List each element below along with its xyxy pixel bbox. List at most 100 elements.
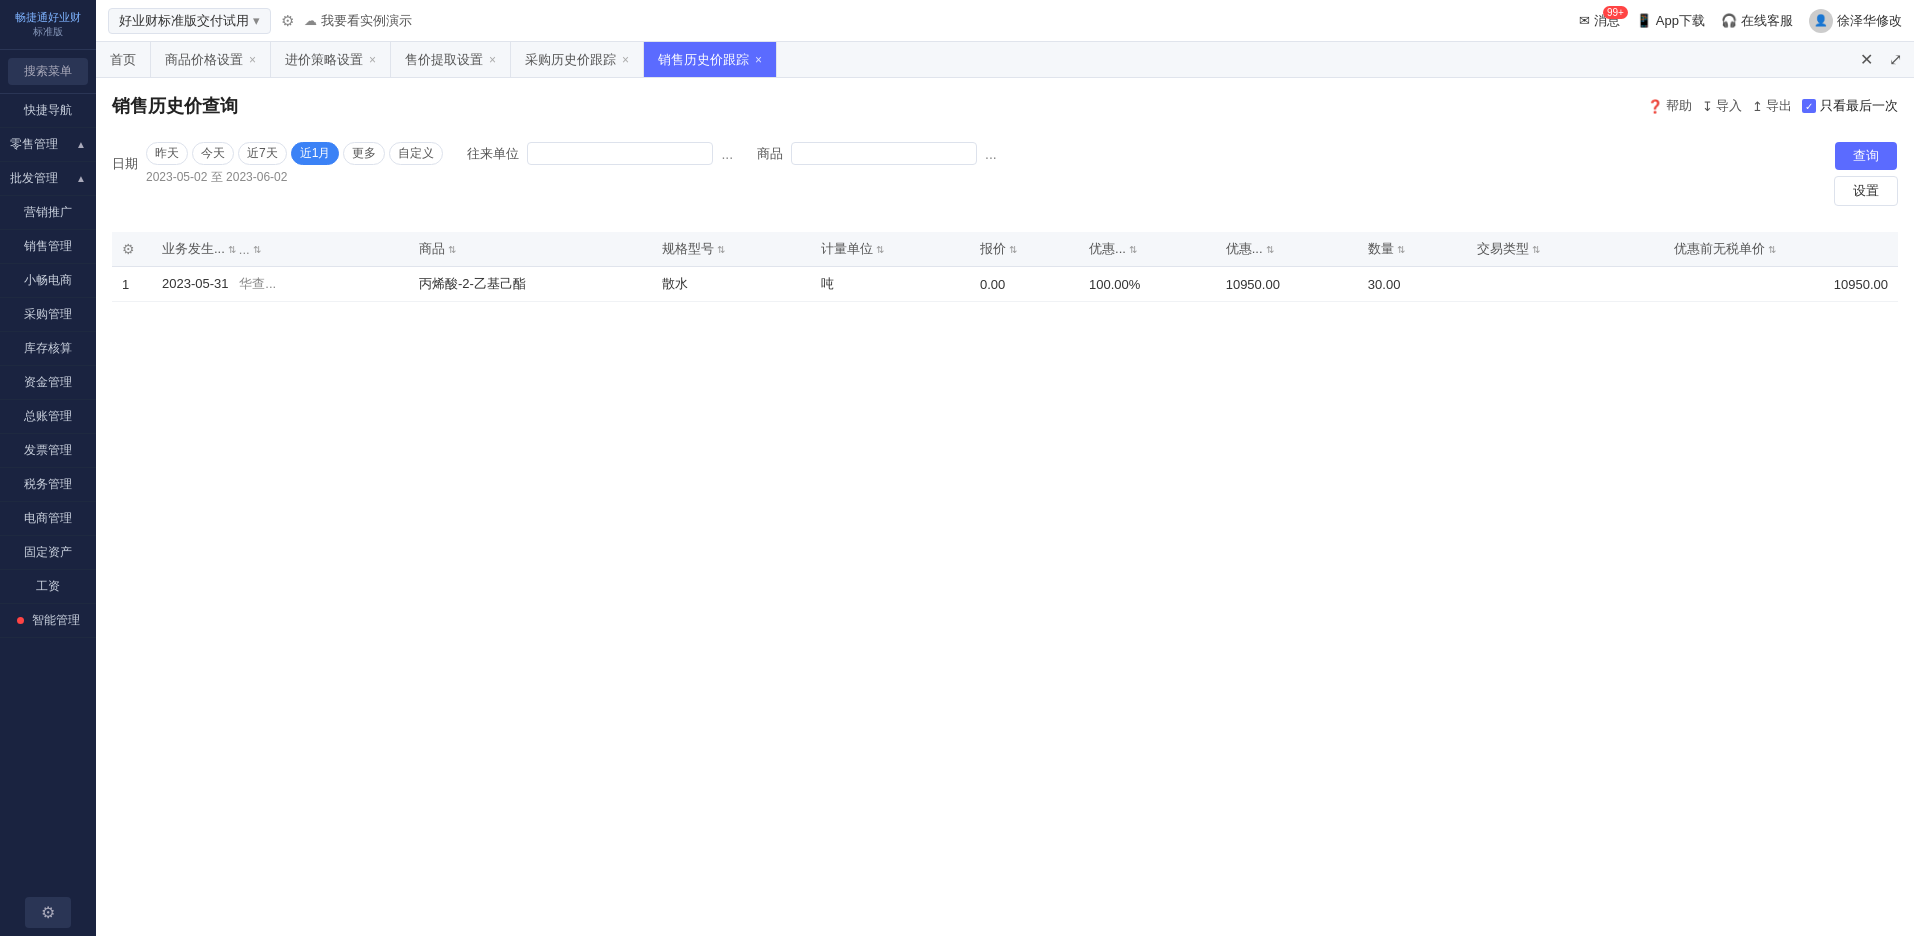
online-service-button[interactable]: 🎧 在线客服 (1721, 12, 1793, 30)
th-unit: 计量单位 ⇅ (811, 232, 970, 267)
source-unit-input[interactable] (527, 142, 713, 165)
message-icon: ✉ (1579, 13, 1590, 28)
product-dots[interactable]: ... (985, 146, 997, 162)
product-filter: 商品 ... (757, 142, 997, 165)
sidebar-item-ledger[interactable]: 总账管理 (0, 400, 96, 434)
th-price: 报价 ⇅ (970, 232, 1079, 267)
sort-spec[interactable]: 规格型号 ⇅ (662, 240, 801, 258)
sidebar-item-inventory[interactable]: 库存核算 (0, 332, 96, 366)
sidebar-item-tax[interactable]: 税务管理 (0, 468, 96, 502)
cell-product: 丙烯酸-2-乙基己酯 (409, 267, 652, 302)
column-settings-icon[interactable]: ⚙ (122, 241, 135, 257)
date-custom-btn[interactable]: 自定义 (389, 142, 443, 165)
sidebar-item-invoice[interactable]: 发票管理 (0, 434, 96, 468)
sidebar-item-sales[interactable]: 销售管理 (0, 230, 96, 264)
sidebar-item-purchase[interactable]: 采购管理 (0, 298, 96, 332)
sort-pretax-price[interactable]: 优惠前无税单价 ⇅ (1674, 240, 1888, 258)
dropdown-arrow-icon: ▾ (253, 13, 260, 28)
sidebar-item-wholesale[interactable]: 批发管理 ▲ (0, 162, 96, 196)
tab-product-price[interactable]: 商品价格设置 × (151, 42, 271, 78)
page-area: 销售历史价查询 ❓ 帮助 ↧ 导入 ↥ 导出 ✓ 只看最后一次 (96, 78, 1914, 936)
sort-trade-type[interactable]: 交易类型 ⇅ (1477, 240, 1616, 258)
sidebar-item-marketing[interactable]: 营销推广 (0, 196, 96, 230)
sidebar: 畅捷通好业财 标准版 搜索菜单 快捷导航 零售管理 ▲ 批发管理 ▲ 营销推广 … (0, 0, 96, 936)
date-last1month-btn[interactable]: 近1月 (291, 142, 340, 165)
tab-close-purchase-history[interactable]: × (622, 53, 629, 67)
sort-qty[interactable]: 数量 ⇅ (1368, 240, 1457, 258)
topbar-gear-icon[interactable]: ⚙ (277, 8, 298, 34)
th-qty: 数量 ⇅ (1358, 232, 1467, 267)
date-today-btn[interactable]: 今天 (192, 142, 234, 165)
sort-discount2[interactable]: 优惠... ⇅ (1226, 240, 1348, 258)
search-menu-button[interactable]: 搜索菜单 (8, 58, 88, 85)
source-unit-dots[interactable]: ... (721, 146, 733, 162)
phone-icon: 📱 (1636, 13, 1652, 28)
user-menu[interactable]: 👤 徐泽华修改 (1809, 9, 1902, 33)
sort-icon-biz-date: ⇅ (228, 244, 236, 255)
tabbar: 首页 商品价格设置 × 进价策略设置 × 售价提取设置 × 采购历史价跟踪 × … (96, 42, 1914, 78)
sidebar-item-smart[interactable]: 智能管理 (0, 604, 96, 638)
sidebar-logo: 畅捷通好业财 标准版 (0, 0, 96, 50)
sort-discount1[interactable]: 优惠... ⇅ (1089, 240, 1206, 258)
sort-icon-trade-type: ⇅ (1532, 244, 1540, 255)
import-link[interactable]: ↧ 导入 (1702, 97, 1742, 115)
filter-bar: 日期 昨天 今天 近7天 近1月 更多 自定义 2023-05-02 至 202… (112, 132, 1898, 216)
settings-button[interactable]: 设置 (1834, 176, 1898, 206)
app-download-button[interactable]: 📱 App下载 (1636, 12, 1705, 30)
export-icon: ↥ (1752, 99, 1763, 114)
help-link[interactable]: ❓ 帮助 (1647, 97, 1692, 115)
sidebar-item-ecommerce[interactable]: 电商管理 (0, 502, 96, 536)
cell-discount2: 10950.00 (1216, 267, 1358, 302)
help-icon: ❓ (1647, 99, 1663, 114)
tab-maximize-button[interactable]: ⤢ (1883, 48, 1908, 71)
tab-price-extract[interactable]: 售价提取设置 × (391, 42, 511, 78)
sort-icon-price: ⇅ (1009, 244, 1017, 255)
only-last-checkbox[interactable]: ✓ 只看最后一次 (1802, 97, 1898, 115)
source-unit-filter: 往来单位 ... (467, 142, 733, 165)
tab-purchase-history[interactable]: 采购历史价跟踪 × (511, 42, 644, 78)
tab-purchase-strategy[interactable]: 进价策略设置 × (271, 42, 391, 78)
sort-biz-date[interactable]: 业务发生... ⇅ ... ⇅ (162, 240, 399, 258)
date-label: 日期 (112, 155, 138, 173)
module-select[interactable]: 好业财标准版交付试用 ▾ (108, 8, 271, 34)
date-yesterday-btn[interactable]: 昨天 (146, 142, 188, 165)
avatar: 👤 (1809, 9, 1833, 33)
date-last7-btn[interactable]: 近7天 (238, 142, 287, 165)
product-label: 商品 (757, 145, 783, 163)
date-more-btn[interactable]: 更多 (343, 142, 385, 165)
tab-close-price-extract[interactable]: × (489, 53, 496, 67)
tabbar-controls: ✕ ⤢ (1854, 48, 1914, 71)
sidebar-item-quick-nav[interactable]: 快捷导航 (0, 94, 96, 128)
topbar: 好业财标准版交付试用 ▾ ⚙ ☁ 我要看实例演示 ✉ 消息 99+ 📱 App下… (96, 0, 1914, 42)
settings-gear-button[interactable]: ⚙ (25, 897, 71, 928)
tab-home[interactable]: 首页 (96, 42, 151, 78)
sidebar-item-salary[interactable]: 工资 (0, 570, 96, 604)
sort-product[interactable]: 商品 ⇅ (419, 240, 642, 258)
th-discount2: 优惠... ⇅ (1216, 232, 1358, 267)
tab-sales-history[interactable]: 销售历史价跟踪 × (644, 42, 777, 78)
export-link[interactable]: ↥ 导出 (1752, 97, 1792, 115)
product-input[interactable] (791, 142, 977, 165)
tab-close-window-button[interactable]: ✕ (1854, 48, 1879, 71)
data-table: ⚙ 业务发生... ⇅ ... ⇅ 商品 ⇅ (112, 232, 1898, 302)
sidebar-item-ecommerce-small[interactable]: 小畅电商 (0, 264, 96, 298)
th-trade-type: 交易类型 ⇅ (1467, 232, 1626, 267)
sort-icon-extra: ⇅ (253, 244, 261, 255)
sidebar-search-section: 搜索菜单 (0, 50, 96, 94)
sort-price[interactable]: 报价 ⇅ (980, 240, 1069, 258)
sidebar-item-retail[interactable]: 零售管理 ▲ (0, 128, 96, 162)
headset-icon: 🎧 (1721, 13, 1737, 28)
message-button[interactable]: ✉ 消息 99+ (1579, 12, 1620, 30)
query-button[interactable]: 查询 (1835, 142, 1897, 170)
sidebar-item-finance[interactable]: 资金管理 (0, 366, 96, 400)
cell-trade-type (1467, 267, 1626, 302)
sort-icon-spec: ⇅ (717, 244, 725, 255)
tab-close-purchase-strategy[interactable]: × (369, 53, 376, 67)
sort-unit[interactable]: 计量单位 ⇅ (821, 240, 960, 258)
main-area: 好业财标准版交付试用 ▾ ⚙ ☁ 我要看实例演示 ✉ 消息 99+ 📱 App下… (96, 0, 1914, 936)
cell-spacer (1626, 267, 1664, 302)
tab-close-product-price[interactable]: × (249, 53, 256, 67)
demo-link[interactable]: ☁ 我要看实例演示 (304, 12, 412, 30)
tab-close-sales-history[interactable]: × (755, 53, 762, 67)
sidebar-item-fixed-assets[interactable]: 固定资产 (0, 536, 96, 570)
